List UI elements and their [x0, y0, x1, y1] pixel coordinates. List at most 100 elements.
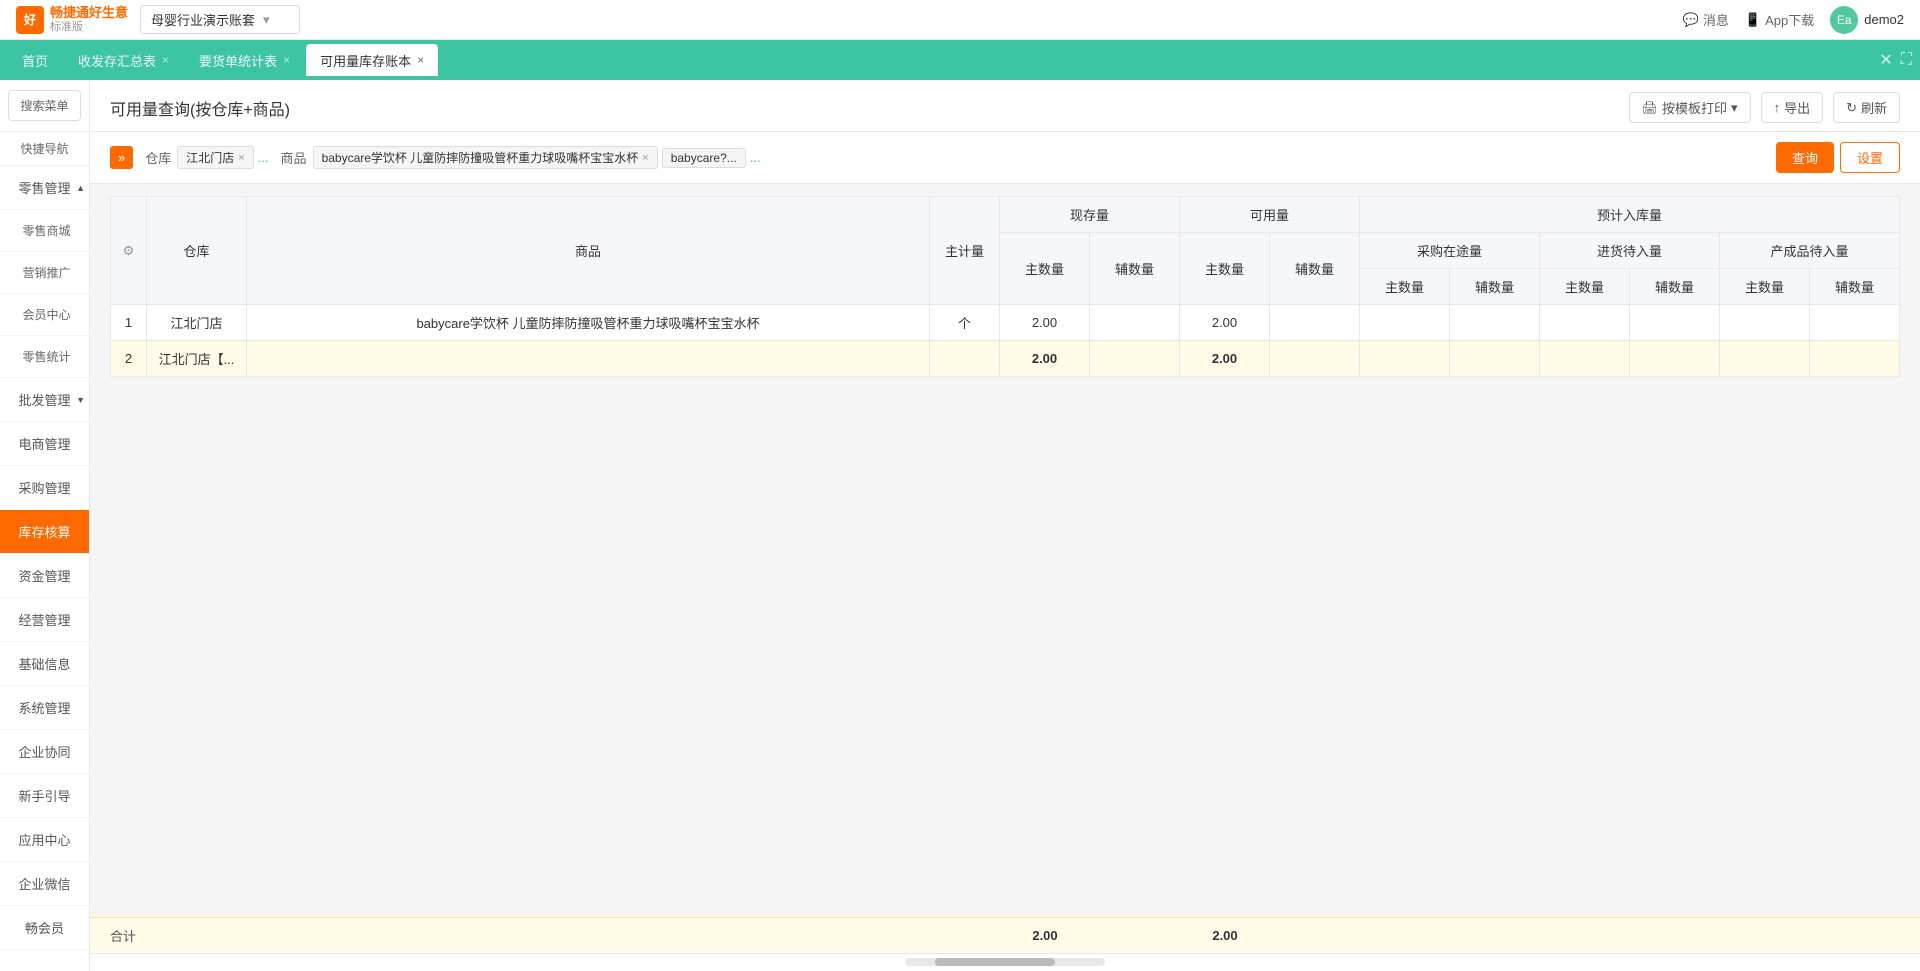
scrollbar-track[interactable]	[905, 958, 1105, 966]
search-menu-btn[interactable]: 搜索菜单	[8, 90, 81, 121]
nav-tabs: 首页 收发存汇总表 × 要货单统计表 × 可用量库存账本 × ✕ ⛶	[0, 40, 1920, 80]
tab-label: 要货单统计表	[199, 51, 277, 70]
warehouse-tag[interactable]: 江北门店 ×	[177, 146, 253, 169]
th-stock-aux: 辅数量	[1090, 233, 1180, 305]
sidebar-item-app-center[interactable]: 应用中心	[0, 818, 89, 862]
expand-icon[interactable]: ⛶	[1901, 51, 1912, 69]
filter-expand-btn[interactable]: »	[110, 146, 133, 169]
message-btn[interactable]: 💬 消息	[1683, 10, 1729, 29]
th-production-main: 主数量	[1720, 269, 1810, 305]
cell-stock-main: 2.00	[1000, 305, 1090, 341]
table-settings-icon[interactable]: ⚙	[123, 243, 135, 258]
print-btn[interactable]: 🖨 按模板打印 ▾	[1629, 92, 1751, 123]
tab-label: 可用量库存账本	[320, 51, 411, 70]
product-tag-close-icon[interactable]: ×	[642, 152, 648, 164]
tab-order-stats[interactable]: 要货单统计表 ×	[185, 44, 304, 76]
chevron-down-icon: ▾	[263, 12, 270, 28]
data-table: ⚙ 仓库 商品 主计量 现存量 可用量 预计入库量 主数量 辅数量 主数量 辅数…	[110, 196, 1900, 377]
th-stock-group: 现存量	[1000, 197, 1180, 233]
sidebar-item-enterprise[interactable]: 企业协同	[0, 730, 89, 774]
th-product: 商品	[247, 197, 930, 305]
scrollbar-thumb[interactable]	[935, 958, 1055, 966]
th-incoming-aux: 辅数量	[1630, 269, 1720, 305]
user-area[interactable]: Ea demo2	[1830, 6, 1904, 34]
sidebar-item-purchase[interactable]: 采购管理	[0, 466, 89, 510]
product-filter-group: 商品 babycare学饮杯 儿童防摔防撞吸管杯重力球吸嘴杯宝宝水杯 × bab…	[281, 146, 761, 169]
th-settings: ⚙	[111, 197, 147, 305]
cell-purchase-aux	[1450, 305, 1540, 341]
top-bar-right: 💬 消息 📱 App下载 Ea demo2	[1683, 6, 1904, 34]
warehouse-filter-group: 仓库 江北门店 × ...	[145, 146, 268, 169]
th-purchase-sub: 采购在途量	[1360, 233, 1540, 269]
product-tag-2[interactable]: babycare?...	[662, 148, 746, 168]
sidebar-item-wholesale[interactable]: 批发管理	[0, 378, 89, 422]
app-download-btn[interactable]: 📱 App下载	[1745, 10, 1814, 29]
tenant-name: 母婴行业演示账套	[151, 10, 255, 29]
print-label: 按模板打印	[1662, 98, 1727, 117]
sidebar-item-ecommerce[interactable]: 电商管理	[0, 422, 89, 466]
tab-available-stock[interactable]: 可用量库存账本 ×	[306, 44, 438, 76]
sidebar-item-operations[interactable]: 经营管理	[0, 598, 89, 642]
footer-bar: 合计 2.00 2.00	[90, 917, 1920, 953]
sidebar-item-quick-nav[interactable]: 快捷导航	[0, 132, 89, 166]
sidebar-item-member[interactable]: 会员中心	[0, 294, 89, 336]
sidebar-item-inventory[interactable]: 库存核算	[0, 510, 89, 554]
sidebar-item-retail-mall[interactable]: 零售商城	[0, 210, 89, 252]
sidebar-item-finance[interactable]: 资金管理	[0, 554, 89, 598]
product-filter-more[interactable]: ...	[750, 150, 761, 165]
sidebar-item-vip-member[interactable]: 畅会员	[0, 906, 89, 950]
close-window-icon[interactable]: ✕	[1879, 50, 1892, 70]
sidebar-item-basics[interactable]: 基础信息	[0, 642, 89, 686]
cell-available-aux	[1270, 305, 1360, 341]
th-production-aux: 辅数量	[1810, 269, 1900, 305]
cell-incoming-main	[1540, 305, 1630, 341]
logo-icon: 好	[16, 6, 44, 34]
th-incoming-sub: 进货待入量	[1540, 233, 1720, 269]
message-label: 消息	[1703, 10, 1729, 29]
warehouse-tag-close-icon[interactable]: ×	[238, 152, 244, 164]
avatar: Ea	[1830, 6, 1858, 34]
export-icon: ↑	[1774, 100, 1781, 115]
top-bar: 好 畅捷通好生意 标准版 母婴行业演示账套 ▾ 💬 消息 📱 App下载 Ea …	[0, 0, 1920, 40]
tab-home[interactable]: 首页	[8, 44, 62, 76]
sidebar-search-area: 搜索菜单	[0, 80, 89, 132]
query-btn[interactable]: 查询	[1776, 142, 1834, 173]
scrollbar-area[interactable]	[90, 953, 1920, 971]
cell-production-main	[1720, 341, 1810, 377]
page-actions: 🖨 按模板打印 ▾ ↑ 导出 ↻ 刷新	[1629, 92, 1901, 123]
sidebar-item-system[interactable]: 系统管理	[0, 686, 89, 730]
cell-available-aux	[1270, 341, 1360, 377]
export-label: 导出	[1784, 98, 1810, 117]
sidebar-item-retail-stats[interactable]: 零售统计	[0, 336, 89, 378]
cell-purchase-main	[1360, 305, 1450, 341]
settings-btn[interactable]: 设置	[1840, 142, 1900, 173]
cell-stock-aux	[1090, 341, 1180, 377]
app-icon: 📱	[1745, 12, 1761, 28]
refresh-icon: ↻	[1846, 100, 1857, 116]
sidebar-item-marketing[interactable]: 营销推广	[0, 252, 89, 294]
cell-warehouse: 江北门店	[147, 305, 247, 341]
tab-close-icon[interactable]: ×	[417, 53, 424, 67]
cell-purchase-main	[1360, 341, 1450, 377]
tenant-selector[interactable]: 母婴行业演示账套 ▾	[140, 5, 300, 34]
cell-unit	[930, 341, 1000, 377]
product-filter-tags: babycare学饮杯 儿童防摔防撞吸管杯重力球吸嘴杯宝宝水杯 × babyca…	[313, 146, 761, 169]
th-stock-main: 主数量	[1000, 233, 1090, 305]
th-incoming-main: 主数量	[1540, 269, 1630, 305]
warehouse-filter-more[interactable]: ...	[258, 150, 269, 165]
table-row: 2 江北门店【... 2.00 2.00	[111, 341, 1900, 377]
sidebar-item-retail[interactable]: 零售管理	[0, 166, 89, 210]
tab-label: 收发存汇总表	[78, 51, 156, 70]
sidebar-item-corp-wechat[interactable]: 企业微信	[0, 862, 89, 906]
refresh-btn[interactable]: ↻ 刷新	[1833, 92, 1900, 123]
tab-close-icon[interactable]: ×	[283, 53, 290, 67]
tab-close-icon[interactable]: ×	[162, 53, 169, 67]
tab-receive-summary[interactable]: 收发存汇总表 ×	[64, 44, 183, 76]
warehouse-tag-text: 江北门店	[186, 149, 234, 166]
cell-available-main: 2.00	[1180, 341, 1270, 377]
logo-sub: 标准版	[50, 21, 128, 34]
sidebar-item-newbie[interactable]: 新手引导	[0, 774, 89, 818]
product-tag-1[interactable]: babycare学饮杯 儿童防摔防撞吸管杯重力球吸嘴杯宝宝水杯 ×	[313, 146, 658, 169]
filter-right-btns: 查询 设置	[1776, 142, 1900, 173]
export-btn[interactable]: ↑ 导出	[1761, 92, 1824, 123]
